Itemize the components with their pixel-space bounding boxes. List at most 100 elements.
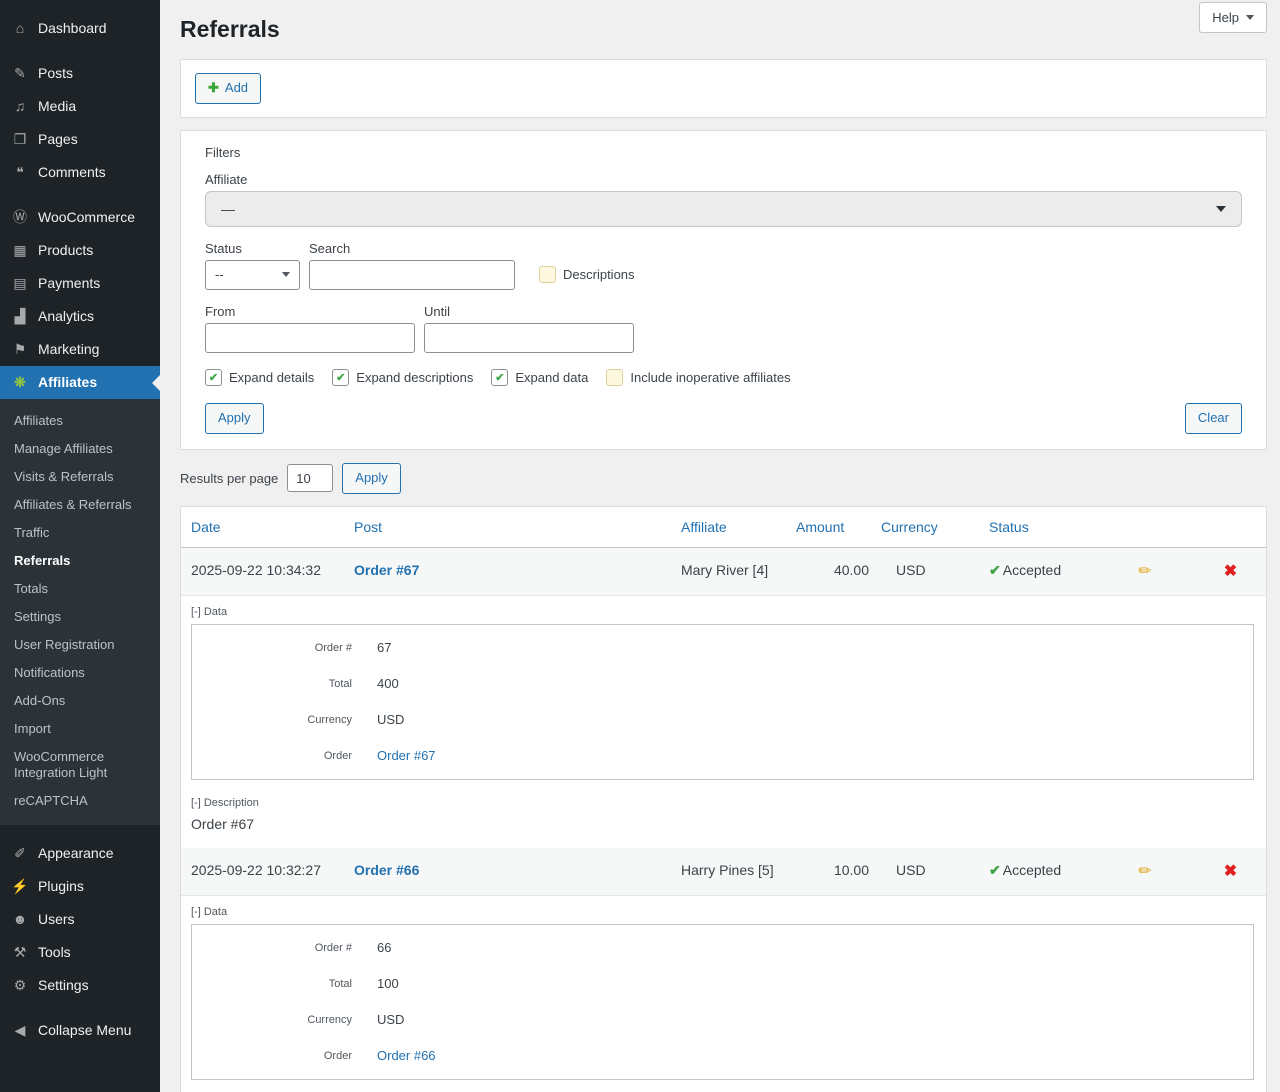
sidebar-item-posts[interactable]: ✎ Posts: [0, 57, 160, 90]
column-header-post[interactable]: Post: [344, 507, 671, 547]
submenu-item-visits-referrals[interactable]: Visits & Referrals: [0, 463, 160, 491]
status-field: Status --: [205, 227, 300, 290]
sidebar-separator: [0, 189, 160, 201]
submenu-item-recaptcha[interactable]: reCAPTCHA: [0, 787, 160, 815]
post-link[interactable]: Order #67: [354, 562, 419, 578]
data-field-key: Order #: [314, 641, 352, 654]
data-field-key: Currency: [307, 713, 352, 726]
column-header-amount[interactable]: Amount: [786, 507, 871, 547]
edit-icon[interactable]: ✏: [1138, 863, 1151, 880]
sidebar-item-users[interactable]: ☻ Users: [0, 903, 160, 936]
column-header-date[interactable]: Date: [181, 507, 344, 547]
description-toggle[interactable]: [-] Description: [191, 797, 1254, 809]
sidebar-separator: [0, 1002, 160, 1014]
sidebar-item-payments[interactable]: ▤ Payments: [0, 267, 160, 300]
order-link[interactable]: Order #67: [352, 748, 1253, 763]
marketing-icon: ⚑: [13, 341, 27, 357]
results-per-page-input[interactable]: [287, 464, 334, 493]
sidebar-item-label: Dashboard: [38, 20, 107, 36]
status-select[interactable]: --: [205, 259, 300, 290]
sidebar-item-pages[interactable]: ❐ Pages: [0, 123, 160, 156]
submenu-item-user-registration[interactable]: User Registration: [0, 631, 160, 659]
post-link[interactable]: Order #66: [354, 862, 419, 878]
data-toggle[interactable]: [-] Data: [191, 606, 1254, 618]
woocommerce-icon: Ⓦ: [13, 209, 27, 225]
submenu-item-import[interactable]: Import: [0, 715, 160, 743]
until-field: Until: [424, 290, 634, 353]
referral-date: 2025-09-22 10:32:27: [191, 861, 321, 878]
expand-details-checkbox[interactable]: [205, 368, 222, 386]
expand-details-row: Expand details: [205, 368, 314, 386]
submenu-item-settings[interactable]: Settings: [0, 603, 160, 631]
appearance-icon: ✐: [14, 845, 26, 861]
submenu-item-notifications[interactable]: Notifications: [0, 659, 160, 687]
edit-icon[interactable]: ✏: [1138, 563, 1151, 580]
data-toggle[interactable]: [-] Data: [191, 906, 1254, 918]
search-input[interactable]: [309, 259, 515, 290]
until-date-input[interactable]: [424, 322, 634, 353]
sidebar-item-tools[interactable]: ⚒ Tools: [0, 936, 160, 969]
clear-filters-button[interactable]: Clear: [1184, 402, 1242, 434]
descriptions-checkbox-row: Descriptions: [539, 265, 635, 283]
page: ⌂ Dashboard ✎ Posts ♫ Media ❐ Pages ❝ Co…: [0, 0, 1280, 1092]
order-link[interactable]: Order #66: [352, 1048, 1253, 1063]
from-date-input[interactable]: [205, 322, 415, 353]
sidebar-item-appearance[interactable]: ✐ Appearance: [0, 837, 160, 870]
descriptions-checkbox[interactable]: [539, 265, 556, 283]
sidebar-item-marketing[interactable]: ⚑ Marketing: [0, 333, 160, 366]
sidebar-item-label: Media: [38, 98, 77, 114]
help-button[interactable]: Help: [1199, 2, 1267, 33]
submenu-item-referrals[interactable]: Referrals: [0, 547, 160, 575]
apply-filters-button[interactable]: Apply: [205, 402, 264, 434]
from-label: From: [205, 303, 236, 319]
submenu-item-manage-affiliates[interactable]: Manage Affiliates: [0, 435, 160, 463]
submenu-item-totals[interactable]: Totals: [0, 575, 160, 603]
collapse-menu-button[interactable]: ◀ Collapse Menu: [0, 1014, 160, 1047]
submenu-item-affiliates-referrals[interactable]: Affiliates & Referrals: [0, 491, 160, 519]
sidebar-item-products[interactable]: ▦ Products: [0, 234, 160, 267]
referrals-table: Date Post Affiliate Amount Currency Stat…: [180, 505, 1267, 1092]
data-field: Order # 67: [192, 630, 1253, 666]
data-field: Currency USD: [192, 702, 1253, 738]
data-field-key: Order: [323, 749, 352, 762]
sidebar-item-dashboard[interactable]: ⌂ Dashboard: [0, 12, 160, 45]
sidebar-item-woocommerce[interactable]: Ⓦ WooCommerce: [0, 201, 160, 234]
column-header-status[interactable]: Status: [979, 507, 1097, 547]
sidebar-item-comments[interactable]: ❝ Comments: [0, 156, 160, 189]
description-text: Order #67: [191, 815, 255, 832]
data-field: Total 100: [192, 966, 1253, 1002]
sidebar-item-analytics[interactable]: ▟ Analytics: [0, 300, 160, 333]
submenu-item-affiliates[interactable]: Affiliates: [0, 407, 160, 435]
delete-icon[interactable]: ✖: [1224, 563, 1237, 580]
delete-icon[interactable]: ✖: [1224, 863, 1237, 880]
submenu-item-add-ons[interactable]: Add-Ons: [0, 687, 160, 715]
data-field-key: Currency: [307, 1013, 352, 1026]
products-icon: ▦: [13, 242, 27, 258]
expand-data-row: Expand data: [491, 368, 588, 386]
affiliate-select[interactable]: —: [205, 190, 1242, 227]
data-field-value: USD: [377, 1012, 405, 1028]
submenu-item-woocommerce-integration[interactable]: WooCommerce Integration Light: [0, 743, 160, 787]
sidebar-item-settings[interactable]: ⚙ Settings: [0, 969, 160, 1002]
add-button[interactable]: ✚ Add: [195, 73, 262, 104]
comments-icon: ❝: [16, 164, 24, 180]
users-icon: ☻: [12, 911, 28, 927]
include-inoperative-checkbox[interactable]: [606, 368, 624, 386]
status-cell: ✔ Accepted: [979, 848, 1097, 892]
data-field-value: 100: [377, 976, 399, 992]
sidebar-item-plugins[interactable]: ⚡ Plugins: [0, 870, 160, 903]
column-header-currency[interactable]: Currency: [871, 507, 979, 547]
sidebar-item-label: Affiliates: [38, 374, 98, 390]
expand-data-checkbox[interactable]: [491, 368, 509, 386]
sidebar-item-affiliates[interactable]: ❋ Affiliates: [0, 366, 160, 399]
referral-currency: USD: [896, 561, 926, 578]
sidebar-item-media[interactable]: ♫ Media: [0, 90, 160, 123]
apply-per-page-button[interactable]: Apply: [342, 462, 401, 494]
submenu-item-traffic[interactable]: Traffic: [0, 519, 160, 547]
affiliate-label: Affiliate: [205, 171, 248, 187]
sidebar-item-label: WooCommerce: [38, 209, 135, 225]
status-cell: ✔ Accepted: [979, 548, 1097, 592]
expand-descriptions-checkbox[interactable]: [332, 368, 350, 386]
column-header-affiliate[interactable]: Affiliate: [671, 507, 786, 547]
sidebar-item-label: Appearance: [38, 845, 114, 861]
